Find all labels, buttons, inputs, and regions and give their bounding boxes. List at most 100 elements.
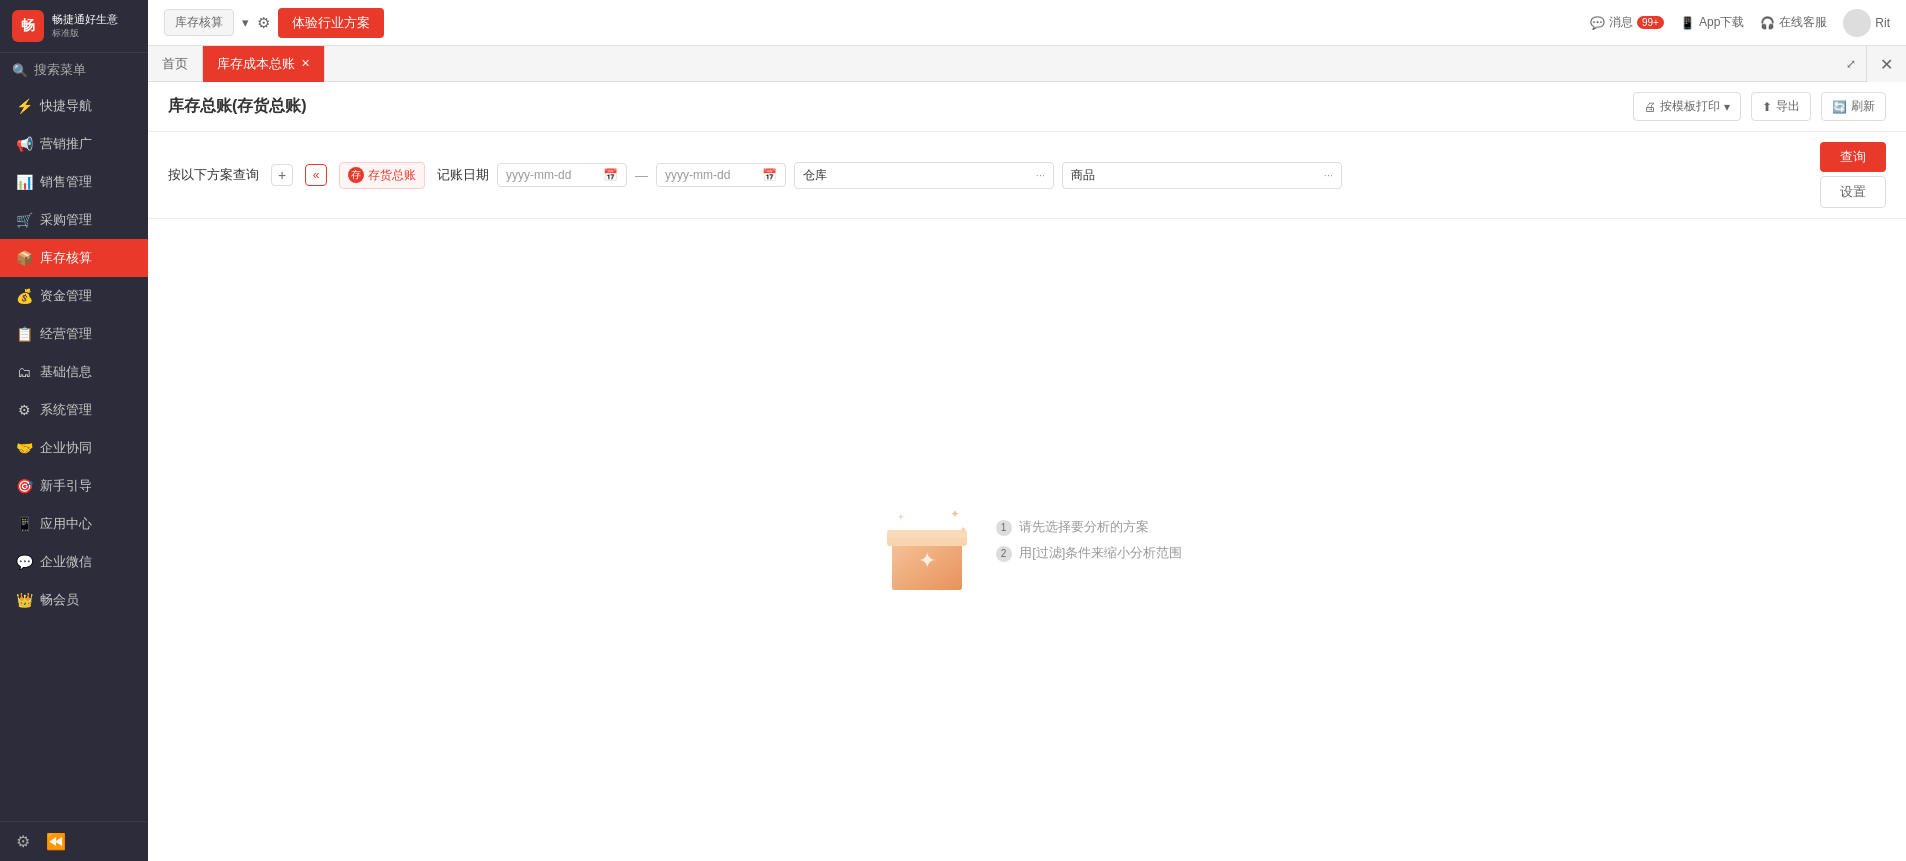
warehouse-field[interactable]: 仓库 ··· [794, 162, 1054, 189]
topbar-right: 💬 消息 99+ 📱 App下载 🎧 在线客服 Rit [1590, 9, 1890, 37]
empty-illustration: ✦ ✦ ✦ ✦ [872, 490, 972, 590]
date-start-placeholder: yyyy-mm-dd [506, 168, 599, 182]
empty-tips: 1 请先选择要分析的方案 2 用[过滤]条件来缩小分析范围 [996, 514, 1183, 566]
export-button[interactable]: ⬆ 导出 [1751, 92, 1811, 121]
sidebar-item-label: 新手引导 [40, 477, 92, 495]
tabbar-wrapper: 首页 库存成本总账 ✕ ✕ ⤢ [148, 46, 1906, 82]
sidebar-item-purchase[interactable]: 🛒 采购管理 [0, 201, 148, 239]
print-template-button[interactable]: 🖨 按模板打印 ▾ [1633, 92, 1741, 121]
sidebar-item-inventory[interactable]: 📦 库存核算 [0, 239, 148, 277]
app-download-icon: 📱 [1680, 16, 1695, 30]
sidebar-item-wechat[interactable]: 💬 企业微信 [0, 543, 148, 581]
sidebar-item-system[interactable]: ⚙ 系统管理 [0, 391, 148, 429]
filter-area: 按以下方案查询 + « 存 存货总账 记账日期 yyyy-mm-dd 📅 — y… [148, 132, 1906, 219]
sidebar-item-label: 系统管理 [40, 401, 92, 419]
promo-button[interactable]: 体验行业方案 [278, 8, 384, 38]
date-start-field[interactable]: yyyy-mm-dd 📅 [497, 163, 627, 187]
sidebar-item-label: 企业协同 [40, 439, 92, 457]
logo-icon: 畅 [12, 10, 44, 42]
empty-state: ✦ ✦ ✦ ✦ 1 [872, 490, 1183, 590]
warehouse-more-icon[interactable]: ··· [1036, 169, 1045, 181]
sidebar-item-guide[interactable]: 🎯 新手引导 [0, 467, 148, 505]
tab-home[interactable]: 首页 [148, 46, 203, 82]
sidebar-item-finance[interactable]: 💰 资金管理 [0, 277, 148, 315]
user-name: Rit [1875, 16, 1890, 30]
tip-text-1: 请先选择要分析的方案 [1019, 519, 1149, 534]
page-area: 库存总账(存货总账) 🖨 按模板打印 ▾ ⬆ 导出 🔄 刷新 按以下方案查询 [148, 82, 1906, 861]
sidebar-item-appstore[interactable]: 📱 应用中心 [0, 505, 148, 543]
sidebar-item-label: 企业微信 [40, 553, 92, 571]
sidebar-item-label: 营销推广 [40, 135, 92, 153]
appstore-icon: 📱 [16, 516, 32, 532]
dropdown-arrow: ▾ [1724, 100, 1730, 114]
sidebar-item-label: 经营管理 [40, 325, 92, 343]
breadcrumb: 库存核算 [164, 9, 234, 36]
tab-home-label: 首页 [162, 55, 188, 73]
date-separator: — [635, 168, 648, 183]
panel-expand-button[interactable]: ⤢ [1836, 46, 1866, 82]
refresh-button[interactable]: 🔄 刷新 [1821, 92, 1886, 121]
inventory-icon: 📦 [16, 250, 32, 266]
service-icon: 🎧 [1760, 16, 1775, 30]
wechat-icon: 💬 [16, 554, 32, 570]
sidebar-item-label: 资金管理 [40, 287, 92, 305]
quick-nav-icon: ⚡ [16, 98, 32, 114]
export-label: 导出 [1776, 98, 1800, 115]
operations-icon: 📋 [16, 326, 32, 342]
app-logo: 畅 畅捷通好生意 标准版 [0, 0, 148, 53]
filter-settings-button[interactable]: 设置 [1820, 176, 1886, 208]
finance-icon: 💰 [16, 288, 32, 304]
system-icon: ⚙ [16, 402, 32, 418]
sidebar-item-label: 销售管理 [40, 173, 92, 191]
calendar-end-icon[interactable]: 📅 [762, 168, 777, 182]
goods-field[interactable]: 商品 ··· [1062, 162, 1342, 189]
calendar-start-icon[interactable]: 📅 [603, 168, 618, 182]
sidebar-item-label: 基础信息 [40, 363, 92, 381]
dropdown-icon[interactable]: ▾ [242, 15, 249, 30]
sidebar-item-cooperation[interactable]: 🤝 企业协同 [0, 429, 148, 467]
topbar-settings-icon[interactable]: ⚙ [257, 14, 270, 32]
sidebar-item-label: 畅会员 [40, 591, 79, 609]
filter-add-button[interactable]: + [271, 164, 293, 186]
collapse-icon[interactable]: ⏪ [46, 832, 66, 851]
topbar: 库存核算 ▾ ⚙ 体验行业方案 💬 消息 99+ 📱 App下载 🎧 在线客服 [148, 0, 1906, 46]
message-badge: 99+ [1637, 16, 1664, 29]
sidebar-item-quick-nav[interactable]: ⚡ 快捷导航 [0, 87, 148, 125]
warehouse-label: 仓库 [803, 167, 827, 184]
sidebar-item-sales[interactable]: 📊 销售管理 [0, 163, 148, 201]
goods-more-icon[interactable]: ··· [1324, 169, 1333, 181]
online-service-label: 在线客服 [1779, 14, 1827, 31]
sidebar-item-operations[interactable]: 📋 经营管理 [0, 315, 148, 353]
svg-text:✦: ✦ [897, 512, 905, 522]
message-icon: 💬 [1590, 16, 1605, 30]
sidebar-item-marketing[interactable]: 📢 营销推广 [0, 125, 148, 163]
user-area[interactable]: Rit [1843, 9, 1890, 37]
sidebar-search[interactable]: 🔍 搜索菜单 [0, 53, 148, 87]
query-button[interactable]: 查询 [1820, 142, 1886, 172]
filter-collapse-button[interactable]: « [305, 164, 327, 186]
app-download-button[interactable]: 📱 App下载 [1680, 14, 1744, 31]
app-name: 畅捷通好生意 [52, 12, 118, 26]
message-button[interactable]: 💬 消息 99+ [1590, 14, 1664, 31]
print-template-label: 按模板打印 [1660, 98, 1720, 115]
settings-icon[interactable]: ⚙ [16, 832, 30, 851]
search-icon: 🔍 [12, 63, 28, 78]
empty-tip-1: 1 请先选择要分析的方案 [996, 514, 1183, 540]
svg-text:✦: ✦ [960, 525, 967, 534]
page-actions: 🖨 按模板打印 ▾ ⬆ 导出 🔄 刷新 [1633, 92, 1886, 121]
tab-close-icon[interactable]: ✕ [301, 57, 310, 70]
empty-tip-2: 2 用[过滤]条件来缩小分析范围 [996, 540, 1183, 566]
topbar-nav: 库存核算 ▾ ⚙ 体验行业方案 [164, 8, 1580, 38]
tab-inventory-ledger-label: 库存成本总账 [217, 55, 295, 73]
date-end-field[interactable]: yyyy-mm-dd 📅 [656, 163, 786, 187]
panel-close-button[interactable]: ✕ [1866, 46, 1906, 82]
sales-icon: 📊 [16, 174, 32, 190]
cooperation-icon: 🤝 [16, 440, 32, 456]
message-label: 消息 [1609, 14, 1633, 31]
sidebar-item-vip[interactable]: 👑 畅会员 [0, 581, 148, 619]
sidebar-item-label: 应用中心 [40, 515, 92, 533]
tab-inventory-ledger[interactable]: 库存成本总账 ✕ [203, 46, 325, 82]
online-service-button[interactable]: 🎧 在线客服 [1760, 14, 1827, 31]
sidebar-bottom: ⚙ ⏪ [0, 821, 148, 861]
sidebar-item-basic[interactable]: 🗂 基础信息 [0, 353, 148, 391]
